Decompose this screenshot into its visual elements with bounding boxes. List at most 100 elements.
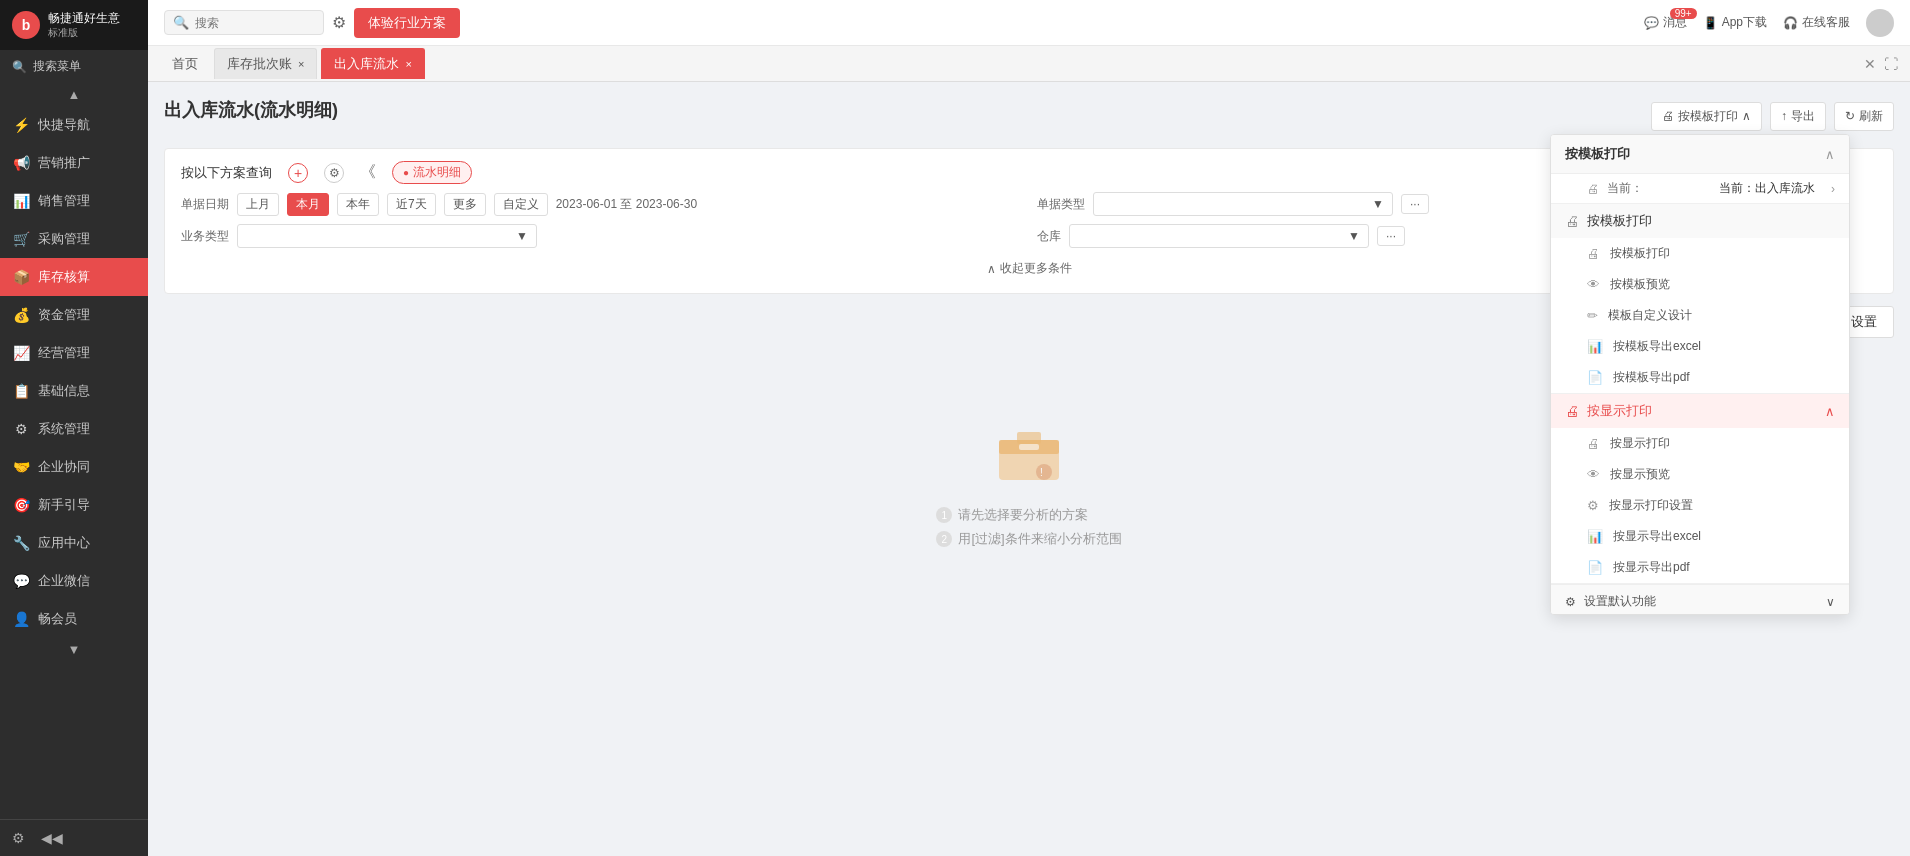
finance-icon: 💰 bbox=[12, 307, 30, 323]
close-all-icon[interactable]: ✕ bbox=[1864, 56, 1876, 72]
sidebar-item-wechat[interactable]: 💬 企业微信 bbox=[0, 562, 148, 600]
template-export-pdf-item[interactable]: 📄 按模板导出pdf bbox=[1551, 362, 1849, 393]
business-section: 业务类型 ▼ bbox=[181, 224, 1021, 248]
display-print-icon: 🖨 bbox=[1587, 436, 1600, 451]
date-btn-more[interactable]: 更多 bbox=[444, 193, 486, 216]
display-preview-icon: 👁 bbox=[1587, 467, 1600, 482]
apps-icon: 🔧 bbox=[12, 535, 30, 551]
template-preview-item[interactable]: 👁 按模板预览 bbox=[1551, 269, 1849, 300]
filter-collapse-btn[interactable]: 《 bbox=[360, 162, 376, 183]
bill-type-dropdown[interactable]: ▼ bbox=[1093, 192, 1393, 216]
display-export-pdf-item[interactable]: 📄 按显示导出pdf bbox=[1551, 552, 1849, 583]
app-download-btn[interactable]: 📱 App下载 bbox=[1703, 14, 1767, 31]
printer-icon: 🖨 bbox=[1662, 109, 1674, 123]
scroll-down-arrow[interactable]: ▼ bbox=[0, 638, 148, 661]
sidebar-item-basic[interactable]: 📋 基础信息 bbox=[0, 372, 148, 410]
filter-setting-btn[interactable]: ⚙ bbox=[324, 163, 344, 183]
sidebar-item-finance[interactable]: 💰 资金管理 bbox=[0, 296, 148, 334]
collapse-sidebar-icon[interactable]: ◀◀ bbox=[41, 830, 63, 846]
trial-btn[interactable]: 体验行业方案 bbox=[354, 8, 460, 38]
topbar-search-box[interactable]: 🔍 bbox=[164, 10, 324, 35]
filter-tag-label: 流水明细 bbox=[413, 164, 461, 181]
wechat-icon: 💬 bbox=[12, 573, 30, 589]
template-print-section-label: 🖨 按模板打印 bbox=[1565, 212, 1652, 230]
print-dropdown-title: 按模板打印 bbox=[1565, 145, 1630, 163]
export-icon: ↑ bbox=[1781, 109, 1787, 123]
sidebar-item-quick-nav[interactable]: ⚡ 快捷导航 bbox=[0, 106, 148, 144]
print-dropdown-menu: 按模板打印 ∧ 🖨 当前： 当前：出入库流水 › bbox=[1550, 134, 1850, 615]
warehouse-more-btn[interactable]: ··· bbox=[1377, 226, 1405, 246]
tab-inout-flow[interactable]: 出入库流水 × bbox=[321, 48, 424, 79]
refresh-btn[interactable]: ↻ 刷新 bbox=[1834, 102, 1894, 131]
cooperation-icon: 🤝 bbox=[12, 459, 30, 475]
tab-inventory-batch-close[interactable]: × bbox=[298, 58, 304, 70]
topbar-search-input[interactable] bbox=[195, 16, 295, 30]
sidebar-item-apps[interactable]: 🔧 应用中心 bbox=[0, 524, 148, 562]
date-btn-last-month[interactable]: 上月 bbox=[237, 193, 279, 216]
user-avatar[interactable] bbox=[1866, 9, 1894, 37]
date-btn-7days[interactable]: 近7天 bbox=[387, 193, 436, 216]
topbar-gear-icon[interactable]: ⚙ bbox=[332, 13, 346, 32]
settings-icon[interactable]: ⚙ bbox=[12, 830, 25, 846]
warehouse-dropdown[interactable]: ▼ bbox=[1069, 224, 1369, 248]
template-print-header[interactable]: 🖨 按模板打印 bbox=[1551, 204, 1849, 238]
template-print-item-icon: 🖨 bbox=[1587, 246, 1600, 261]
operations-icon: 📈 bbox=[12, 345, 30, 361]
current-template-text: 当前： bbox=[1607, 180, 1711, 197]
display-print-item[interactable]: 🖨 按显示打印 bbox=[1551, 428, 1849, 459]
svg-rect-3 bbox=[1019, 444, 1039, 450]
sidebar-item-inventory[interactable]: 📦 库存核算 bbox=[0, 258, 148, 296]
business-dropdown-arrow-icon: ▼ bbox=[516, 229, 528, 243]
message-btn[interactable]: 💬 消息 99+ bbox=[1644, 14, 1687, 31]
app-name: 畅捷通好生意 标准版 bbox=[48, 11, 120, 40]
download-icon: 📱 bbox=[1703, 16, 1718, 30]
template-export-excel-item[interactable]: 📊 按模板导出excel bbox=[1551, 331, 1849, 362]
template-print-btn[interactable]: 🖨 按模板打印 ∧ bbox=[1651, 102, 1762, 131]
date-btn-this-month[interactable]: 本月 bbox=[287, 193, 329, 216]
page-title: 出入库流水(流水明细) bbox=[164, 98, 338, 122]
sidebar-item-marketing[interactable]: 📢 营销推广 bbox=[0, 144, 148, 182]
current-template-section: 🖨 当前： 当前：出入库流水 › bbox=[1551, 174, 1849, 204]
tab-inventory-batch[interactable]: 库存批次账 × bbox=[214, 48, 317, 79]
business-type-dropdown[interactable]: ▼ bbox=[237, 224, 537, 248]
tab-inout-flow-close[interactable]: × bbox=[405, 58, 411, 70]
expand-icon[interactable]: ⛶ bbox=[1884, 56, 1898, 72]
print-dropdown-close-arrow[interactable]: ∧ bbox=[1825, 147, 1835, 162]
topbar-left: 🔍 ⚙ 体验行业方案 bbox=[164, 8, 1632, 38]
set-default-btn[interactable]: ⚙ 设置默认功能 ∨ bbox=[1551, 584, 1849, 614]
sidebar-search[interactable]: 🔍 搜索菜单 bbox=[0, 50, 148, 83]
sidebar-item-operations[interactable]: 📈 经营管理 bbox=[0, 334, 148, 372]
online-service-btn[interactable]: 🎧 在线客服 bbox=[1783, 14, 1850, 31]
template-print-item[interactable]: 🖨 按模板打印 bbox=[1551, 238, 1849, 269]
sidebar-item-purchase[interactable]: 🛒 采购管理 bbox=[0, 220, 148, 258]
display-preview-item[interactable]: 👁 按显示预览 bbox=[1551, 459, 1849, 490]
system-icon: ⚙ bbox=[12, 421, 30, 437]
scroll-up-arrow[interactable]: ▲ bbox=[0, 83, 148, 106]
set-default-icon: ⚙ bbox=[1565, 595, 1576, 609]
current-template-label[interactable]: 🖨 当前： 当前：出入库流水 › bbox=[1551, 174, 1849, 203]
sidebar-item-sales[interactable]: 📊 销售管理 bbox=[0, 182, 148, 220]
display-print-settings-item[interactable]: ⚙ 按显示打印设置 bbox=[1551, 490, 1849, 521]
date-btn-custom[interactable]: 自定义 bbox=[494, 193, 548, 216]
sidebar-item-guide[interactable]: 🎯 新手引导 bbox=[0, 486, 148, 524]
sidebar-item-cooperation[interactable]: 🤝 企业协同 bbox=[0, 448, 148, 486]
guide-icon: 🎯 bbox=[12, 497, 30, 513]
bill-type-more-btn[interactable]: ··· bbox=[1401, 194, 1429, 214]
display-print-header[interactable]: 🖨 按显示打印 ∧ bbox=[1551, 394, 1849, 428]
empty-state-icon: ! bbox=[989, 410, 1069, 490]
current-template-name: 当前：出入库流水 bbox=[1719, 180, 1823, 197]
refresh-icon: ↻ bbox=[1845, 109, 1855, 123]
sidebar-item-member[interactable]: 👤 畅会员 bbox=[0, 600, 148, 638]
date-btn-this-year[interactable]: 本年 bbox=[337, 193, 379, 216]
print-dropdown-body: 🖨 当前： 当前：出入库流水 › 🖨 按模板打印 bbox=[1551, 174, 1849, 614]
dropdown-arrow-icon: ▼ bbox=[1372, 197, 1384, 211]
tab-home[interactable]: 首页 bbox=[160, 49, 210, 79]
filter-add-btn[interactable]: + bbox=[288, 163, 308, 183]
sales-icon: 📊 bbox=[12, 193, 30, 209]
display-export-excel-item[interactable]: 📊 按显示导出excel bbox=[1551, 521, 1849, 552]
sidebar-item-system[interactable]: ⚙ 系统管理 bbox=[0, 410, 148, 448]
filter-tag[interactable]: ● 流水明细 bbox=[392, 161, 472, 184]
template-custom-design-item[interactable]: ✏ 模板自定义设计 bbox=[1551, 300, 1849, 331]
export-btn[interactable]: ↑ 导出 bbox=[1770, 102, 1826, 131]
topbar-right: 💬 消息 99+ 📱 App下载 🎧 在线客服 bbox=[1644, 9, 1894, 37]
